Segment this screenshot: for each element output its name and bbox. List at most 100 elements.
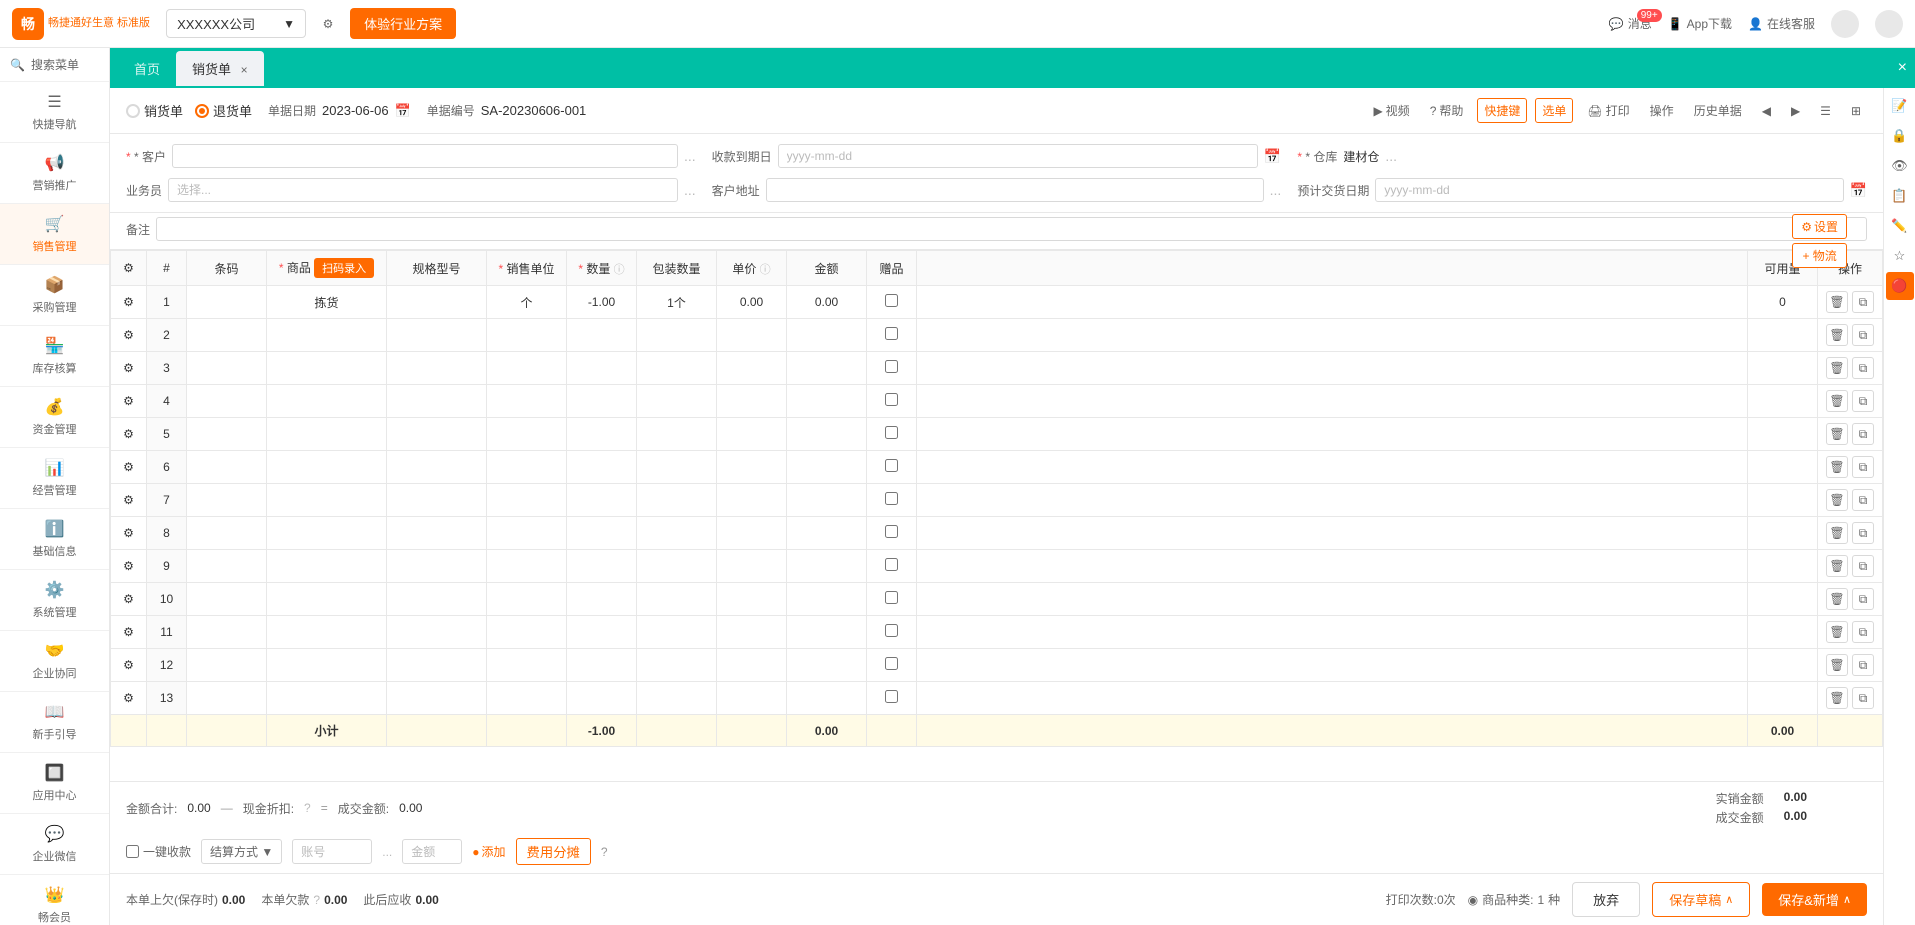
copy-row-8[interactable]: ⧉	[1852, 522, 1874, 544]
copy-row-6[interactable]: ⧉	[1852, 456, 1874, 478]
company-selector[interactable]: XXXXXX公司 ▼	[166, 9, 306, 38]
notes-input[interactable]	[156, 217, 1867, 241]
row-s-2[interactable]: ⚙	[111, 319, 147, 352]
view-list-icon[interactable]: ☰	[1814, 101, 1837, 121]
delete-row-10[interactable]: 🗑	[1826, 588, 1848, 610]
row-price-1[interactable]: 0.00	[717, 286, 787, 319]
save-draft-button[interactable]: 保存草稿 ∧	[1652, 882, 1750, 917]
settings-icon[interactable]: ⚙	[314, 10, 342, 38]
video-btn[interactable]: ▶ 视频	[1367, 99, 1415, 122]
delete-row-2[interactable]: 🗑	[1826, 324, 1848, 346]
customer-address-input[interactable]	[766, 178, 1264, 202]
copy-row-10[interactable]: ⧉	[1852, 588, 1874, 610]
copy-row-11[interactable]: ⧉	[1852, 621, 1874, 643]
avatar[interactable]	[1831, 10, 1859, 38]
select-btn[interactable]: 选单	[1535, 98, 1573, 123]
delete-row-4[interactable]: 🗑	[1826, 390, 1848, 412]
delete-row-5[interactable]: 🗑	[1826, 423, 1848, 445]
add-payment-btn[interactable]: ● 添加	[472, 843, 505, 860]
discard-button[interactable]: 放弃	[1572, 882, 1640, 917]
nav-next-icon[interactable]: ▶	[1785, 101, 1806, 121]
customer-input[interactable]	[172, 144, 678, 168]
delivery-calendar-icon[interactable]: 📅	[1850, 182, 1867, 199]
row-s-5[interactable]: ⚙	[111, 418, 147, 451]
row-qty-1[interactable]: -1.00	[567, 286, 637, 319]
print-btn[interactable]: 🖨 打印	[1581, 99, 1635, 122]
row-amount-1[interactable]: 0.00	[787, 286, 867, 319]
row-s-10[interactable]: ⚙	[111, 583, 147, 616]
avatar-2[interactable]	[1875, 10, 1903, 38]
radio-return-order[interactable]: 退货单	[195, 101, 252, 120]
help-btn[interactable]: ? 帮助	[1424, 99, 1470, 122]
right-panel-alert-icon[interactable]: 🔴	[1886, 272, 1914, 300]
row-s-12[interactable]: ⚙	[111, 649, 147, 682]
right-panel-star-icon[interactable]: ☆	[1886, 242, 1914, 270]
row-spec-1[interactable]	[387, 286, 487, 319]
delete-row-12[interactable]: 🗑	[1826, 654, 1848, 676]
delete-row-7[interactable]: 🗑	[1826, 489, 1848, 511]
copy-row-2[interactable]: ⧉	[1852, 324, 1874, 346]
expense-help-icon[interactable]: ?	[601, 845, 608, 859]
operation-btn[interactable]: 操作	[1644, 99, 1680, 122]
calendar-icon[interactable]: 📅	[395, 103, 411, 119]
delivery-date-input[interactable]	[1375, 178, 1843, 202]
sidebar-item-finance[interactable]: 💰 资金管理	[0, 387, 109, 448]
row-s-7[interactable]: ⚙	[111, 484, 147, 517]
row-s-11[interactable]: ⚙	[111, 616, 147, 649]
sidebar-item-wechat[interactable]: 💬 企业微信	[0, 814, 109, 875]
copy-row-4[interactable]: ⧉	[1852, 390, 1874, 412]
delete-row-3[interactable]: 🗑	[1826, 357, 1848, 379]
copy-row-13[interactable]: ⧉	[1852, 687, 1874, 709]
trial-button[interactable]: 体验行业方案	[350, 8, 456, 39]
save-new-button[interactable]: 保存&新增 ∧	[1762, 883, 1867, 916]
settings-form-btn[interactable]: ⚙ 设置	[1792, 214, 1847, 239]
debt-help-icon[interactable]: ?	[313, 893, 320, 907]
delete-row-8[interactable]: 🗑	[1826, 522, 1848, 544]
copy-row-1[interactable]: ⧉	[1852, 291, 1874, 313]
scan-button[interactable]: 扫码录入	[314, 258, 374, 278]
sidebar-item-member[interactable]: 👑 畅会员	[0, 875, 109, 925]
copy-row-9[interactable]: ⧉	[1852, 555, 1874, 577]
shortcut-btn[interactable]: 快捷键	[1477, 98, 1527, 123]
copy-row-12[interactable]: ⧉	[1852, 654, 1874, 676]
account-dots[interactable]: ...	[382, 845, 392, 859]
th-settings[interactable]: ⚙	[111, 251, 147, 286]
tab-sales-order[interactable]: 销货单 ×	[176, 51, 264, 86]
right-panel-lock-icon[interactable]: 🔒	[1886, 122, 1914, 150]
copy-row-5[interactable]: ⧉	[1852, 423, 1874, 445]
sidebar-item-guide[interactable]: 📖 新手引导	[0, 692, 109, 753]
delete-row-13[interactable]: 🗑	[1826, 687, 1848, 709]
logistics-btn[interactable]: + 物流	[1792, 243, 1847, 268]
payment-due-input[interactable]	[778, 144, 1258, 168]
radio-sales-order[interactable]: 销货单	[126, 101, 183, 120]
online-service-button[interactable]: 👤 在线客服	[1748, 15, 1815, 32]
history-btn[interactable]: 历史单据	[1688, 99, 1748, 122]
row-s-8[interactable]: ⚙	[111, 517, 147, 550]
row-pkg-1[interactable]: 1个	[637, 286, 717, 319]
delete-row-9[interactable]: 🗑	[1826, 555, 1848, 577]
expense-split-btn[interactable]: 费用分摊	[516, 838, 591, 865]
sidebar-search[interactable]: 🔍 搜索菜单	[0, 48, 109, 82]
message-button[interactable]: 💬 消息 99+	[1609, 15, 1652, 32]
row-s-6[interactable]: ⚙	[111, 451, 147, 484]
one-click-pay[interactable]: 一键收款	[126, 843, 191, 860]
sidebar-item-inventory[interactable]: 🏪 库存核算	[0, 326, 109, 387]
tab-close-icon[interactable]: ×	[241, 63, 248, 77]
nav-prev-icon[interactable]: ◀	[1756, 101, 1777, 121]
account-input[interactable]: 账号	[292, 839, 372, 864]
sidebar-item-basic-info[interactable]: ℹ️ 基础信息	[0, 509, 109, 570]
sidebar-item-quicknav[interactable]: ☰ 快捷导航	[0, 82, 109, 143]
view-grid-icon[interactable]: ⊞	[1845, 101, 1867, 121]
warehouse-dots[interactable]: ...	[1385, 148, 1397, 164]
right-panel-note-icon[interactable]: 📝	[1886, 92, 1914, 120]
delete-row-1[interactable]: 🗑	[1826, 291, 1848, 313]
right-panel-eye-icon[interactable]: 👁	[1886, 152, 1914, 180]
row-barcode-1[interactable]	[187, 286, 267, 319]
row-settings-1[interactable]: ⚙	[111, 286, 147, 319]
row-s-13[interactable]: ⚙	[111, 682, 147, 715]
product-type-radio-icon[interactable]: ◉	[1468, 893, 1478, 907]
customer-dots[interactable]: ...	[684, 148, 696, 164]
row-s-3[interactable]: ⚙	[111, 352, 147, 385]
app-download-button[interactable]: 📱 App下载	[1668, 15, 1732, 32]
delete-row-11[interactable]: 🗑	[1826, 621, 1848, 643]
